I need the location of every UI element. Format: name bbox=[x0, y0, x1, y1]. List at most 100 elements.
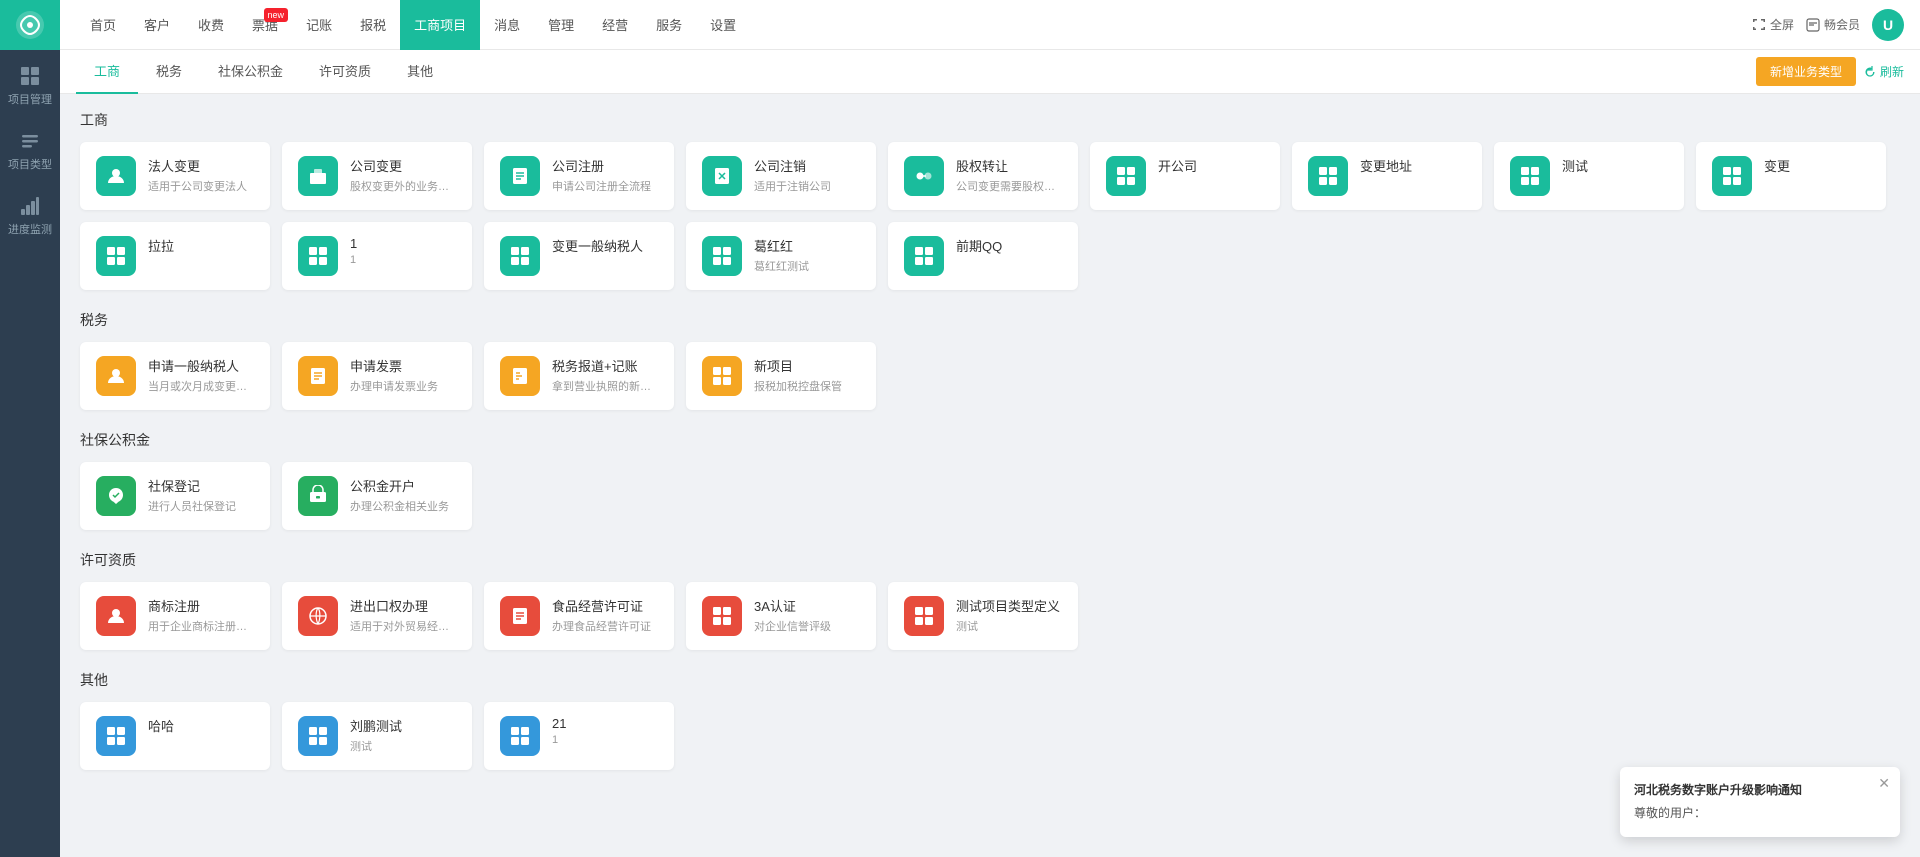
tab-other[interactable]: 其他 bbox=[389, 50, 451, 94]
progress-monitor-icon bbox=[16, 192, 44, 220]
card-name: 公积金开户 bbox=[350, 476, 456, 495]
tab-license[interactable]: 许可资质 bbox=[301, 50, 389, 94]
card-icon-company-change bbox=[298, 156, 338, 196]
card-desc: 报税加税控盘保管 bbox=[754, 378, 860, 394]
sidebar-item-project-type[interactable]: 项目类型 bbox=[0, 115, 60, 180]
card-test-type[interactable]: 测试项目类型定义 测试 bbox=[888, 582, 1078, 650]
nav-settings[interactable]: 设置 bbox=[696, 0, 750, 50]
card-3a-cert[interactable]: 3A认证 对企业信誉评级 bbox=[686, 582, 876, 650]
card-icon-lala bbox=[96, 236, 136, 276]
card-change-taxpayer[interactable]: 变更一般纳税人 bbox=[484, 222, 674, 290]
card-icon-import-export bbox=[298, 596, 338, 636]
avatar[interactable]: U bbox=[1872, 9, 1904, 41]
cards-grid-license: 商标注册 用于企业商标注册服务 进出口权办理 适用于对外贸易经营者 bbox=[80, 582, 1900, 650]
page: 工商 税务 社保公积金 许可资质 其他 新增业务类型 刷新 bbox=[60, 50, 1920, 857]
card-trademark[interactable]: 商标注册 用于企业商标注册服务 bbox=[80, 582, 270, 650]
card-name: 21 bbox=[552, 716, 658, 731]
card-legal-change[interactable]: 法人变更 适用于公司变更法人 bbox=[80, 142, 270, 210]
card-change-address[interactable]: 变更地址 bbox=[1292, 142, 1482, 210]
section-title-industrial: 工商 bbox=[80, 110, 1900, 130]
card-icon-item1 bbox=[298, 236, 338, 276]
card-test[interactable]: 测试 bbox=[1494, 142, 1684, 210]
card-food-license[interactable]: 食品经营许可证 办理食品经营许可证 bbox=[484, 582, 674, 650]
card-apply-invoice[interactable]: 申请发票 办理申请发票业务 bbox=[282, 342, 472, 410]
card-icon-open-company bbox=[1106, 156, 1146, 196]
cards-grid-social-fund: 社保登记 进行人员社保登记 公积金开户 办理公积金相关业务 bbox=[80, 462, 1900, 530]
section-title-license: 许可资质 bbox=[80, 550, 1900, 570]
card-haha[interactable]: 哈哈 bbox=[80, 702, 270, 770]
notification-title: 河北税务数字账户升级影响通知 bbox=[1634, 781, 1886, 798]
notification-close-btn[interactable]: ✕ bbox=[1878, 775, 1890, 792]
card-icon-social-register bbox=[96, 476, 136, 516]
card-icon-item21 bbox=[500, 716, 540, 756]
sidebar-item-progress-monitor[interactable]: 进度监测 bbox=[0, 180, 60, 245]
nav-tax[interactable]: 报税 bbox=[346, 0, 400, 50]
tab-social-fund[interactable]: 社保公积金 bbox=[200, 50, 301, 94]
card-import-export[interactable]: 进出口权办理 适用于对外贸易经营者 bbox=[282, 582, 472, 650]
card-icon-3a-cert bbox=[702, 596, 742, 636]
card-honghong[interactable]: 葛红红 葛红红测试 bbox=[686, 222, 876, 290]
refresh-button[interactable]: 刷新 bbox=[1864, 63, 1904, 80]
card-icon-liu-peng-test bbox=[298, 716, 338, 756]
card-desc: 进行人员社保登记 bbox=[148, 498, 254, 514]
card-icon-pre-qq bbox=[904, 236, 944, 276]
card-lala[interactable]: 拉拉 bbox=[80, 222, 270, 290]
sidebar-logo bbox=[0, 0, 60, 50]
card-name: 食品经营许可证 bbox=[552, 596, 658, 615]
card-company-cancel[interactable]: 公司注销 适用于注销公司 bbox=[686, 142, 876, 210]
card-social-register[interactable]: 社保登记 进行人员社保登记 bbox=[80, 462, 270, 530]
sidebar-item-project-manage[interactable]: 项目管理 bbox=[0, 50, 60, 115]
card-new-project[interactable]: 新项目 报税加税控盘保管 bbox=[686, 342, 876, 410]
card-icon-company-register bbox=[500, 156, 540, 196]
nav-manage[interactable]: 管理 bbox=[534, 0, 588, 50]
nav-service[interactable]: 服务 bbox=[642, 0, 696, 50]
card-name: 股权转让 bbox=[956, 156, 1062, 175]
card-desc: 测试 bbox=[956, 618, 1062, 634]
nav-industrial[interactable]: 工商项目 bbox=[400, 0, 480, 50]
card-apply-taxpayer[interactable]: 申请一般纳税人 当月或次月成变更完成 bbox=[80, 342, 270, 410]
nav-operation[interactable]: 经营 bbox=[588, 0, 642, 50]
tabs-left: 工商 税务 社保公积金 许可资质 其他 bbox=[76, 50, 451, 94]
card-pre-qq[interactable]: 前期QQ bbox=[888, 222, 1078, 290]
fullscreen-btn[interactable]: 全屏 bbox=[1752, 16, 1794, 33]
card-desc: 办理食品经营许可证 bbox=[552, 618, 658, 634]
card-name: 公司变更 bbox=[350, 156, 456, 175]
cards-grid-tax: 申请一般纳税人 当月或次月成变更完成 申请发票 办理申请发票业务 bbox=[80, 342, 1900, 410]
card-company-change[interactable]: 公司变更 股权变更外的业务变更 bbox=[282, 142, 472, 210]
nav-client[interactable]: 客户 bbox=[130, 0, 184, 50]
card-name: 申请一般纳税人 bbox=[148, 356, 254, 375]
card-item21[interactable]: 21 1 bbox=[484, 702, 674, 770]
card-fund-open[interactable]: 公积金开户 办理公积金相关业务 bbox=[282, 462, 472, 530]
card-name: 公司注册 bbox=[552, 156, 658, 175]
card-desc: 股权变更外的业务变更 bbox=[350, 178, 456, 194]
card-item1[interactable]: 1 1 bbox=[282, 222, 472, 290]
nav-ticket[interactable]: 票据 new bbox=[238, 0, 292, 50]
card-equity-transfer[interactable]: 股权转让 公司变更需要股权转让 bbox=[888, 142, 1078, 210]
card-tax-report[interactable]: 税务报道+记账 拿到营业执照的新公司 bbox=[484, 342, 674, 410]
tab-industrial[interactable]: 工商 bbox=[76, 50, 138, 94]
card-icon-apply-invoice bbox=[298, 356, 338, 396]
nav-billing[interactable]: 收费 bbox=[184, 0, 238, 50]
card-desc: 用于企业商标注册服务 bbox=[148, 618, 254, 634]
sidebar: 项目管理 项目类型 进度监测 bbox=[0, 0, 60, 857]
nav-message[interactable]: 消息 bbox=[480, 0, 534, 50]
card-change2[interactable]: 变更 bbox=[1696, 142, 1886, 210]
card-company-register[interactable]: 公司注册 申请公司注册全流程 bbox=[484, 142, 674, 210]
section-industrial: 工商 法人变更 适用于公司变更法人 bbox=[80, 110, 1900, 290]
tab-tax[interactable]: 税务 bbox=[138, 50, 200, 94]
main-wrapper: 首页 客户 收费 票据 new 记账 报税 工商项目 消息 管理 经营 服务 设… bbox=[60, 0, 1920, 857]
card-liu-peng-test[interactable]: 刘鹏测试 测试 bbox=[282, 702, 472, 770]
card-icon-tax-report bbox=[500, 356, 540, 396]
card-open-company[interactable]: 开公司 bbox=[1090, 142, 1280, 210]
card-name: 1 bbox=[350, 236, 456, 251]
section-tax: 税务 申请一般纳税人 当月或次月成变更完成 bbox=[80, 310, 1900, 410]
member-btn[interactable]: 畅会员 bbox=[1806, 16, 1860, 33]
card-icon-honghong bbox=[702, 236, 742, 276]
card-desc: 办理申请发票业务 bbox=[350, 378, 456, 394]
nav-accounting[interactable]: 记账 bbox=[292, 0, 346, 50]
card-icon-test bbox=[1510, 156, 1550, 196]
project-manage-icon bbox=[16, 62, 44, 90]
nav-home[interactable]: 首页 bbox=[76, 0, 130, 50]
add-type-button[interactable]: 新增业务类型 bbox=[1756, 57, 1856, 86]
card-name: 刘鹏测试 bbox=[350, 716, 456, 735]
